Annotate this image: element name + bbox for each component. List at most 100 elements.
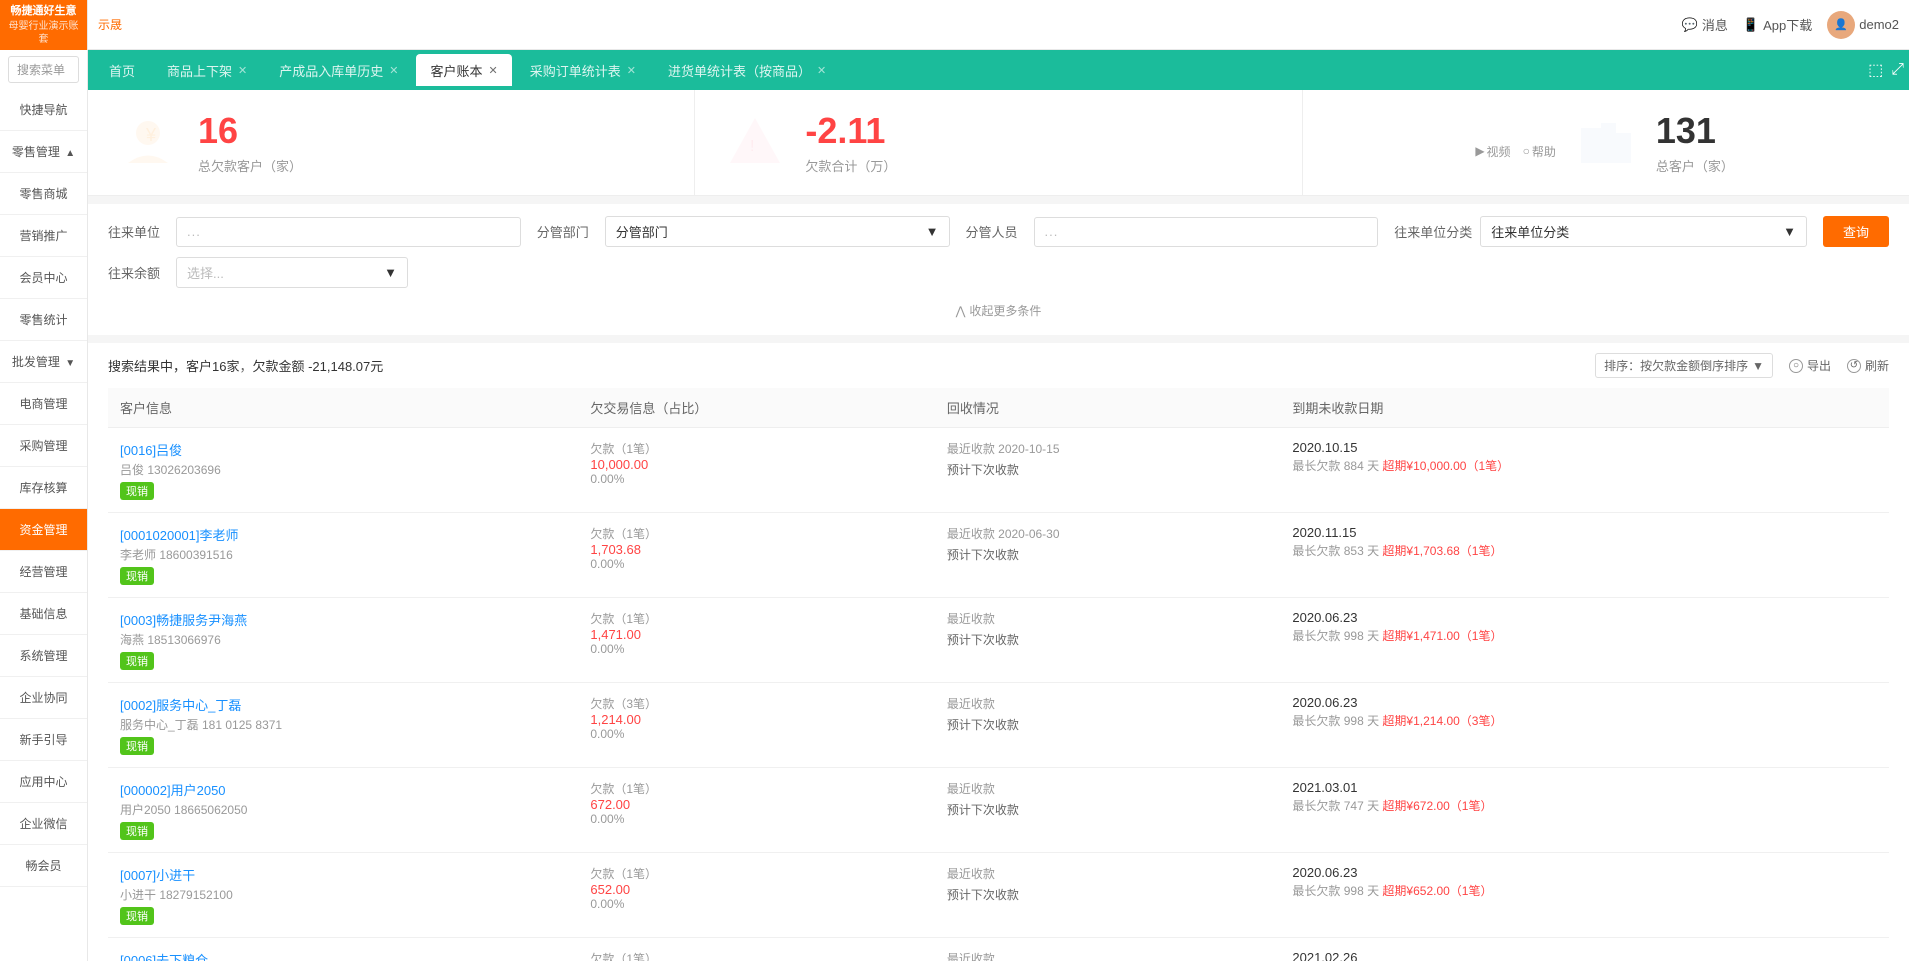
sidebar-item-app-center[interactable]: 应用中心 (0, 761, 87, 803)
sidebar-item-quick-nav[interactable]: 快捷导航 (0, 89, 87, 131)
tab-purchase-stat[interactable]: 进货单统计表（按商品） ✕ (654, 54, 840, 86)
avatar: 👤 (1827, 11, 1855, 39)
customer-name-link-2[interactable]: [0003]畅捷服务尹海燕 (120, 610, 566, 629)
customer-badge-3: 现销 (120, 737, 154, 755)
debt-amount-2[interactable]: 1,471.00 (590, 627, 922, 642)
sidebar-item-new-guide[interactable]: 新手引导 (0, 719, 87, 761)
tab-production-history[interactable]: 产成品入库单历史 ✕ (265, 54, 412, 86)
sidebar-item-inventory[interactable]: 库存核算 (0, 467, 87, 509)
message-button[interactable]: 💬 消息 (1682, 15, 1728, 34)
cell-customer-info-6: [0006]去下粮仓 陈小希 现销 (108, 938, 578, 961)
overdue-days-5: 最长欠款 998 天 超期¥652.00（1笔） (1292, 882, 1877, 899)
overdue-amount-4[interactable]: 超期¥672.00（1笔） (1382, 799, 1492, 813)
tab-close-icon[interactable]: ✕ (238, 64, 247, 77)
cell-recover-status-2: 最近收款 预计下次收款 (935, 598, 1281, 683)
cell-debt-info-5: 欠款（1笔） 652.00 0.00% (578, 853, 934, 938)
sidebar-item-operations[interactable]: 经营管理 (0, 551, 87, 593)
app-download-button[interactable]: 📱 App下载 (1743, 15, 1812, 34)
next-collect-3: 预计下次收款 (947, 716, 1269, 733)
chevron-up-icon: ⋀ (956, 304, 966, 318)
breadcrumb: 示晟 (98, 16, 122, 33)
export-button[interactable]: ○ 导出 (1789, 357, 1831, 374)
customer-name-link-4[interactable]: [000002]用户2050 (120, 780, 566, 799)
debt-count-5: 欠款（1笔） (590, 865, 922, 882)
overdue-amount-5[interactable]: 超期¥652.00（1笔） (1382, 884, 1492, 898)
debt-amount-4[interactable]: 672.00 (590, 797, 922, 812)
debt-count-0: 欠款（1笔） (590, 440, 922, 457)
due-date-4: 2021.03.01 (1292, 780, 1877, 795)
cell-debt-info-2: 欠款（1笔） 1,471.00 0.00% (578, 598, 934, 683)
debt-ratio-0: 0.00% (590, 472, 922, 486)
sidebar-item-finance[interactable]: 资金管理 (0, 509, 87, 551)
dept-select[interactable]: 分管部门 ▼ (605, 216, 950, 247)
sidebar-item-system[interactable]: 系统管理 (0, 635, 87, 677)
overdue-amount-1[interactable]: 超期¥1,703.68（1笔） (1382, 544, 1502, 558)
due-date-6: 2021.02.26 (1292, 950, 1877, 961)
debt-amount-5[interactable]: 652.00 (590, 882, 922, 897)
customer-badge-2: 现销 (120, 652, 154, 670)
sidebar-item-marketing[interactable]: 营销推广 (0, 215, 87, 257)
sidebar-item-retail-mall[interactable]: 零售商城 (0, 173, 87, 215)
sidebar-item-ecommerce[interactable]: 电商管理 (0, 383, 87, 425)
next-collect-4: 预计下次收款 (947, 801, 1269, 818)
sidebar-item-basic-info[interactable]: 基础信息 (0, 593, 87, 635)
debt-amount-label: 欠款合计（万） (805, 156, 1271, 175)
cell-due-date-3: 2020.06.23 最长欠款 998 天 超期¥1,214.00（3笔） (1280, 683, 1889, 768)
debt-amount-3[interactable]: 1,214.00 (590, 712, 922, 727)
total-customers-number: 131 (1656, 110, 1879, 152)
sidebar-item-retail-mgmt[interactable]: 零售管理 ▲ (0, 131, 87, 173)
customer-name-link-1[interactable]: [0001020001]李老师 (120, 525, 566, 544)
customer-contact-5: 小进干 18279152100 (120, 886, 566, 903)
overdue-amount-2[interactable]: 超期¥1,471.00（1笔） (1382, 629, 1502, 643)
search-menu-item[interactable]: 搜索菜单 (0, 50, 87, 89)
customer-name-link-5[interactable]: [0007]小进干 (120, 865, 566, 884)
customer-name-link-3[interactable]: [0002]服务中心_丁磊 (120, 695, 566, 714)
customer-name-link-6[interactable]: [0006]去下粮仓 (120, 950, 566, 961)
user-profile-button[interactable]: 👤 demo2 (1827, 11, 1899, 39)
summary-card-total-customers: ▶ 视频 ○ 帮助 (1303, 90, 1909, 195)
help-button[interactable]: ○ 帮助 (1523, 143, 1556, 160)
sidebar-item-retail-stat[interactable]: 零售统计 (0, 299, 87, 341)
sidebar-item-purchase-mgmt[interactable]: 采购管理 (0, 425, 87, 467)
refresh-button[interactable]: ↺ 刷新 (1847, 357, 1889, 374)
cell-recover-status-3: 最近收款 预计下次收款 (935, 683, 1281, 768)
balance-select[interactable]: 选择... ▼ (176, 257, 408, 288)
sidebar-item-member[interactable]: 畅会员 (0, 845, 87, 887)
sidebar-item-enterprise[interactable]: 企业协同 (0, 677, 87, 719)
source-unit-label: 往来单位 (108, 222, 168, 241)
next-collect-5: 预计下次收款 (947, 886, 1269, 903)
sidebar-item-member-center[interactable]: 会员中心 (0, 257, 87, 299)
card-actions: ▶ 视频 ○ 帮助 (1475, 143, 1556, 160)
debt-amount-0[interactable]: 10,000.00 (590, 457, 922, 472)
tab-close-icon[interactable]: ✕ (489, 64, 498, 77)
tab-product-shelf[interactable]: 商品上下架 ✕ (153, 54, 261, 86)
sidebar-item-batch-mgmt[interactable]: 批发管理 ▼ (0, 341, 87, 383)
person-label: 分管人员 (966, 222, 1026, 241)
source-unit-input[interactable]: ... (176, 217, 521, 247)
debt-amount-1[interactable]: 1,703.68 (590, 542, 922, 557)
tab-bar-actions: ⬚ ⤢ (1868, 60, 1904, 80)
tab-customer-account[interactable]: 客户账本 ✕ (416, 54, 511, 86)
sidebar-item-wechat[interactable]: 企业微信 (0, 803, 87, 845)
tab-expand-icon[interactable]: ⬚ (1868, 60, 1883, 80)
search-button[interactable]: 查询 (1823, 216, 1889, 247)
cell-recover-status-4: 最近收款 预计下次收款 (935, 768, 1281, 853)
customer-name-link-0[interactable]: [0016]吕俊 (120, 440, 566, 459)
debt-ratio-3: 0.00% (590, 727, 922, 741)
tab-home[interactable]: 首页 (95, 54, 149, 86)
video-button[interactable]: ▶ 视频 (1475, 143, 1510, 160)
tab-fullscreen-icon[interactable]: ⤢ (1891, 61, 1904, 79)
overdue-amount-3[interactable]: 超期¥1,214.00（3笔） (1382, 714, 1502, 728)
person-input[interactable]: ... (1034, 217, 1379, 247)
unit-category-select[interactable]: 往来单位分类 ▼ (1480, 216, 1807, 247)
help-icon: ○ (1523, 144, 1530, 158)
collapse-button[interactable]: ⋀ 收起更多条件 (956, 302, 1042, 319)
tab-close-icon[interactable]: ✕ (389, 64, 398, 77)
card-content-1: 16 总欠款客户（家） (198, 110, 664, 175)
last-collect-6: 最近收款 (947, 950, 1269, 961)
sort-select[interactable]: 排序：按欠款金额倒序排序 ▼ (1595, 353, 1773, 378)
tab-close-icon[interactable]: ✕ (817, 64, 826, 77)
overdue-amount-0[interactable]: 超期¥10,000.00（1笔） (1382, 459, 1509, 473)
tab-purchase-order[interactable]: 采购订单统计表 ✕ (516, 54, 650, 86)
tab-close-icon[interactable]: ✕ (627, 64, 636, 77)
